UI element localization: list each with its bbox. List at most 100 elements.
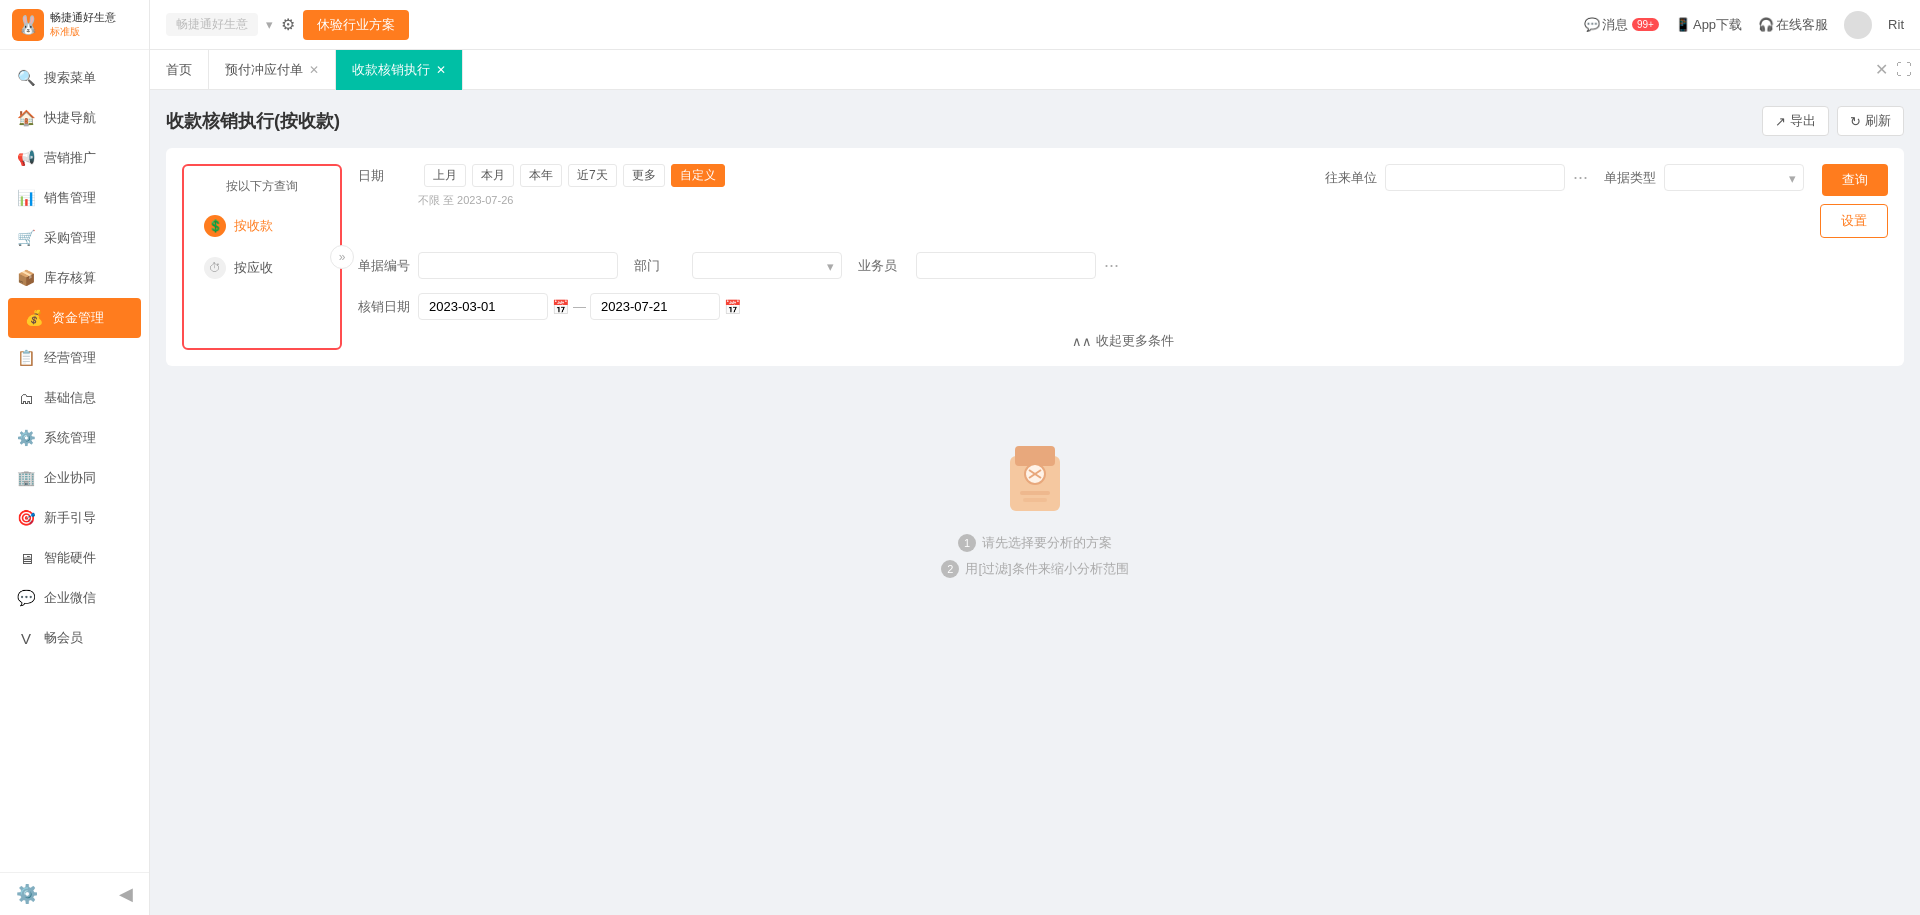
date-btn-this-year[interactable]: 本年 — [520, 164, 562, 187]
sidebar-item-guide[interactable]: 🎯 新手引导 — [0, 498, 149, 538]
sidebar-label-basic: 基础信息 — [44, 389, 96, 407]
sidebar-item-purchase[interactable]: 🛒 采购管理 — [0, 218, 149, 258]
query-button[interactable]: 查询 — [1822, 164, 1888, 196]
tab-collect-label: 收款核销执行 — [352, 61, 430, 79]
solution-button[interactable]: 休验行业方案 — [303, 10, 409, 40]
sidebar-item-sales[interactable]: 📊 销售管理 — [0, 178, 149, 218]
sidebar-label-inventory: 库存核算 — [44, 269, 96, 287]
sidebar-settings-icon[interactable]: ⚙️ — [16, 883, 38, 905]
tab-collect[interactable]: 收款核销执行 ✕ — [336, 50, 463, 90]
doc-type-select[interactable] — [1664, 164, 1804, 191]
topbar-dropdown-arrow[interactable]: ▾ — [266, 17, 273, 32]
sidebar-label-guide: 新手引导 — [44, 509, 96, 527]
salesperson-more-icon[interactable]: ··· — [1104, 255, 1119, 276]
purchase-icon: 🛒 — [16, 228, 36, 248]
export-button[interactable]: ↗ 导出 — [1762, 106, 1829, 136]
sidebar-item-enterprise[interactable]: 🏢 企业协同 — [0, 458, 149, 498]
sidebar-item-system[interactable]: ⚙️ 系统管理 — [0, 418, 149, 458]
date-no-limit: 不限 至 2023-07-26 — [418, 193, 1309, 208]
empty-state: 1 请先选择要分析的方案 2 用[过滤]条件来缩小分析范围 — [166, 366, 1904, 618]
hint-number-2: 2 — [941, 560, 959, 578]
app-download-label: App下载 — [1693, 16, 1742, 34]
date-label: 日期 — [358, 167, 408, 185]
date-btn-last-month[interactable]: 上月 — [424, 164, 466, 187]
sidebar-label-marketing: 营销推广 — [44, 149, 96, 167]
service-label: 在线客服 — [1776, 16, 1828, 34]
sidebar-item-basic[interactable]: 🗂 基础信息 — [0, 378, 149, 418]
sidebar-item-operations[interactable]: 📋 经营管理 — [0, 338, 149, 378]
date-range-separator: — — [573, 299, 586, 314]
app-icon: 📱 — [1675, 17, 1691, 32]
verify-date-end-input[interactable] — [590, 293, 720, 320]
date-btn-7days[interactable]: 近7天 — [568, 164, 617, 187]
doc-type-select-wrapper: ▾ — [1664, 164, 1804, 191]
member-icon: V — [16, 628, 36, 648]
sidebar-item-wechat[interactable]: 💬 企业微信 — [0, 578, 149, 618]
partner-input[interactable] — [1385, 164, 1565, 191]
tab-expand-icon[interactable]: ⛶ — [1896, 61, 1912, 79]
date-btn-more[interactable]: 更多 — [623, 164, 665, 187]
tab-home[interactable]: 首页 — [150, 50, 209, 90]
date-btn-this-month[interactable]: 本月 — [472, 164, 514, 187]
sidebar-item-finance[interactable]: 💰 资金管理 — [8, 298, 141, 338]
empty-hint-2: 2 用[过滤]条件来缩小分析范围 — [941, 560, 1128, 578]
topbar: 畅捷通好生意 ▾ ⚙ 休验行业方案 💬 消息 99+ 📱 App下载 🎧 在线客… — [150, 0, 1920, 50]
topbar-gear-icon[interactable]: ⚙ — [281, 15, 295, 34]
tab-prepay[interactable]: 预付冲应付单 ✕ — [209, 50, 336, 90]
setting-button[interactable]: 设置 — [1820, 204, 1888, 238]
topbar-left: 畅捷通好生意 ▾ ⚙ 休验行业方案 — [166, 10, 409, 40]
basic-icon: 🗂 — [16, 388, 36, 408]
verify-date-start-calendar-icon[interactable]: 📅 — [552, 299, 569, 315]
sidebar-item-hardware[interactable]: 🖥 智能硬件 — [0, 538, 149, 578]
receipt-icon: 💲 — [204, 215, 226, 237]
message-icon: 💬 — [1584, 17, 1600, 32]
sales-icon: 📊 — [16, 188, 36, 208]
main: 畅捷通好生意 ▾ ⚙ 休验行业方案 💬 消息 99+ 📱 App下载 🎧 在线客… — [150, 0, 1920, 915]
sidebar-item-quick-nav[interactable]: 🏠 快捷导航 — [0, 98, 149, 138]
filter-sidebar-collapse-btn[interactable]: » — [330, 245, 354, 269]
sidebar-item-member[interactable]: V 畅会员 — [0, 618, 149, 658]
sidebar-collapse-icon[interactable]: ◀ — [119, 883, 133, 905]
sidebar-item-inventory[interactable]: 📦 库存核算 — [0, 258, 149, 298]
tab-prepay-close-icon[interactable]: ✕ — [309, 63, 319, 77]
sidebar-menu: 🔍 搜索菜单 🏠 快捷导航 📢 营销推广 📊 销售管理 🛒 采购管理 📦 库存核… — [0, 50, 149, 872]
svg-rect-5 — [1020, 491, 1050, 495]
receivable-icon: ⏱ — [204, 257, 226, 279]
date-btn-custom[interactable]: 自定义 — [671, 164, 725, 187]
page-header: 收款核销执行(按收款) ↗ 导出 ↻ 刷新 — [166, 106, 1904, 136]
verify-date-range: 📅 — 📅 — [418, 293, 741, 320]
filter-option-by-receivable[interactable]: ⏱ 按应收 — [192, 249, 332, 287]
message-badge: 99+ — [1632, 18, 1659, 31]
dept-field: 部门 ▾ — [634, 252, 842, 279]
sidebar-label-wechat: 企业微信 — [44, 589, 96, 607]
dept-select[interactable] — [692, 252, 842, 279]
filter-receivable-label: 按应收 — [234, 259, 273, 277]
export-icon: ↗ — [1775, 114, 1786, 129]
sidebar-item-marketing[interactable]: 📢 营销推广 — [0, 138, 149, 178]
wechat-icon: 💬 — [16, 588, 36, 608]
sidebar-label-quick-nav: 快捷导航 — [44, 109, 96, 127]
sidebar-label-purchase: 采购管理 — [44, 229, 96, 247]
app-download-link[interactable]: 📱 App下载 — [1675, 16, 1742, 34]
message-area[interactable]: 💬 消息 99+ — [1584, 16, 1659, 34]
partner-more-icon[interactable]: ··· — [1573, 167, 1588, 188]
verify-date-start-input[interactable] — [418, 293, 548, 320]
sidebar-label-member: 畅会员 — [44, 629, 83, 647]
avatar[interactable] — [1844, 11, 1872, 39]
logo-name: 畅捷通好生意 — [50, 10, 116, 24]
doc-type-field: 单据类型 ▾ — [1604, 164, 1804, 191]
collapse-more-btn[interactable]: ∧∧ 收起更多条件 — [1072, 332, 1174, 350]
sidebar-label-enterprise: 企业协同 — [44, 469, 96, 487]
verify-date-end-calendar-icon[interactable]: 📅 — [724, 299, 741, 315]
tab-close-all-icon[interactable]: ✕ — [1875, 60, 1888, 79]
sidebar: 🐰 畅捷通好生意 标准版 🔍 搜索菜单 🏠 快捷导航 📢 营销推广 📊 销售管理… — [0, 0, 150, 915]
sidebar-item-search[interactable]: 🔍 搜索菜单 — [0, 58, 149, 98]
refresh-icon: ↻ — [1850, 114, 1861, 129]
customer-service-link[interactable]: 🎧 在线客服 — [1758, 16, 1828, 34]
username: Rit — [1888, 17, 1904, 32]
tab-collect-close-icon[interactable]: ✕ — [436, 63, 446, 77]
filter-option-by-receipt[interactable]: 💲 按收款 — [192, 207, 332, 245]
salesperson-input[interactable] — [916, 252, 1096, 279]
doc-no-input[interactable] — [418, 252, 618, 279]
refresh-button[interactable]: ↻ 刷新 — [1837, 106, 1904, 136]
